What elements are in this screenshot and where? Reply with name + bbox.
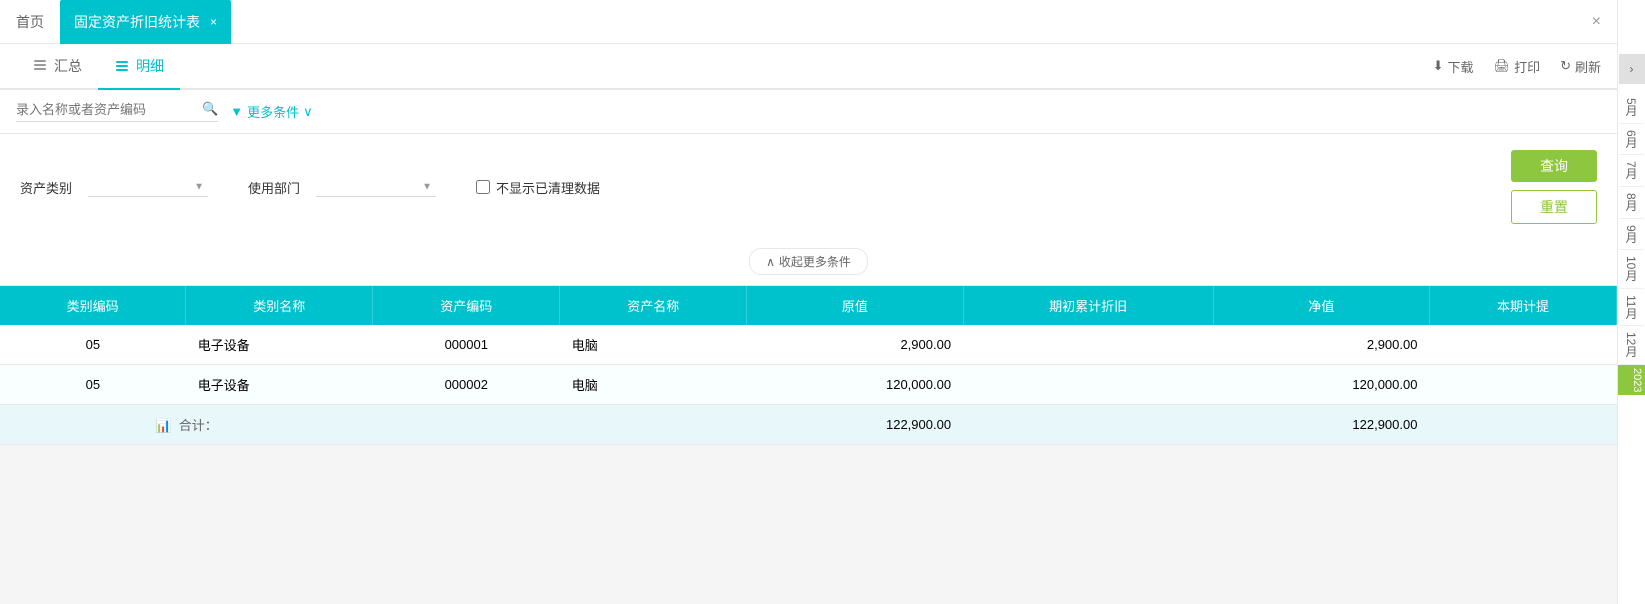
cell-current-provision	[1429, 365, 1616, 405]
year-badge[interactable]: 2023	[1618, 365, 1645, 395]
download-icon: ⬇	[1433, 58, 1444, 74]
exclude-cleared-checkbox[interactable]	[476, 180, 490, 194]
col-current-provision: 本期计提	[1429, 286, 1616, 325]
sidebar-month-item[interactable]: 10月	[1619, 250, 1644, 288]
asset-category-label: 资产类别	[20, 178, 80, 197]
sidebar-month-item[interactable]: 7月	[1619, 155, 1644, 187]
filter-actions: 查询 重置	[1511, 150, 1597, 224]
exclude-cleared-label: 不显示已清理数据	[496, 178, 600, 197]
col-cat-code: 类别编码	[0, 286, 186, 325]
tab-detail-label: 明细	[136, 56, 164, 76]
refresh-icon: ↻	[1560, 58, 1571, 74]
cell-asset-code: 000002	[373, 365, 560, 405]
search-toolbar: 🔍 ▼ 更多条件 ∨	[0, 90, 1617, 134]
sidebar-month-item[interactable]: 9月	[1619, 219, 1644, 251]
filter-panel: 资产类别 使用部门 不显示已清理数据	[0, 134, 1617, 286]
query-button[interactable]: 查询	[1511, 150, 1597, 182]
active-tab[interactable]: 固定资产折旧统计表 ×	[60, 0, 231, 44]
total-icon-cell: 📊 合计：	[0, 405, 373, 445]
col-asset-code: 资产编码	[373, 286, 560, 325]
collapse-label: 收起更多条件	[779, 253, 851, 270]
tab-summary[interactable]: 汇总	[16, 44, 98, 90]
total-accum-depreciation	[963, 405, 1213, 445]
tab-close-button[interactable]: ×	[210, 15, 217, 29]
total-asset-code	[373, 405, 560, 445]
sidebar-month-item[interactable]: 12月	[1619, 326, 1644, 364]
filter-icon: ▼	[230, 104, 243, 119]
cell-cat-name: 电子设备	[186, 365, 373, 405]
cell-accum-depreciation	[963, 325, 1213, 365]
search-icon[interactable]: 🔍	[202, 101, 218, 117]
asset-category-select-wrap	[88, 177, 208, 197]
table-header-row: 类别编码 类别名称 资产编码 资产名称 原值 期初累计折旧 净值 本期计提	[0, 286, 1617, 325]
exclude-cleared-checkbox-label[interactable]: 不显示已清理数据	[476, 178, 600, 197]
search-box: 🔍	[16, 101, 218, 122]
cell-asset-name: 电脑	[560, 325, 747, 365]
cell-original-value: 2,900.00	[747, 325, 963, 365]
right-sidebar: › 5月6月7月8月9月10月11月12月 2023	[1617, 0, 1645, 604]
sidebar-month-item[interactable]: 8月	[1619, 187, 1644, 219]
data-table: 类别编码 类别名称 资产编码 资产名称 原值 期初累计折旧 净值 本期计提 05…	[0, 286, 1617, 445]
layers-icon	[32, 58, 48, 74]
sidebar-arrow-button[interactable]: ›	[1619, 54, 1645, 84]
tab-label: 固定资产折旧统计表	[74, 12, 200, 32]
sidebar-month-item[interactable]: 6月	[1619, 124, 1644, 156]
total-asset-name	[560, 405, 747, 445]
cell-original-value: 120,000.00	[747, 365, 963, 405]
department-select[interactable]	[316, 177, 436, 197]
print-button[interactable]: 🖨 打印	[1494, 57, 1541, 76]
cell-accum-depreciation	[963, 365, 1213, 405]
reset-button[interactable]: 重置	[1511, 190, 1597, 224]
cell-asset-name: 电脑	[560, 365, 747, 405]
table-row: 05 电子设备 000001 电脑 2,900.00 2,900.00	[0, 325, 1617, 365]
department-select-wrap	[316, 177, 436, 197]
table-row: 05 电子设备 000002 电脑 120,000.00 120,000.00	[0, 365, 1617, 405]
month-list: 5月6月7月8月9月10月11月12月	[1619, 92, 1644, 365]
more-conditions-button[interactable]: ▼ 更多条件 ∨	[230, 102, 312, 121]
asset-category-select[interactable]	[88, 177, 208, 197]
home-nav[interactable]: 首页	[16, 12, 60, 32]
total-icon: 📊	[155, 418, 171, 433]
total-label: 合计：	[179, 418, 218, 433]
sub-tabs-bar: 汇总 明细 ⬇ 下载 🖨 打印 ↻ 刷新	[0, 44, 1617, 90]
sidebar-month-item[interactable]: 5月	[1619, 92, 1644, 124]
department-filter: 使用部门	[248, 177, 436, 197]
chevron-up-icon: ∧	[766, 255, 775, 269]
refresh-button[interactable]: ↻ 刷新	[1560, 57, 1601, 76]
col-accum-depreciation: 期初累计折旧	[963, 286, 1213, 325]
cell-asset-code: 000001	[373, 325, 560, 365]
data-table-wrap: 类别编码 类别名称 资产编码 资产名称 原值 期初累计折旧 净值 本期计提 05…	[0, 286, 1617, 445]
cell-cat-code: 05	[0, 325, 186, 365]
chevron-down-icon: ∨	[303, 104, 313, 120]
collapse-button[interactable]: ∧ 收起更多条件	[749, 248, 868, 275]
window-close-button[interactable]: ×	[1592, 13, 1601, 31]
department-label: 使用部门	[248, 178, 308, 197]
total-current-provision	[1429, 405, 1616, 445]
tab-summary-label: 汇总	[54, 56, 82, 76]
cell-cat-name: 电子设备	[186, 325, 373, 365]
table-total-row: 📊 合计： 122,900.00 122,900.00	[0, 405, 1617, 445]
download-button[interactable]: ⬇ 下载	[1433, 57, 1474, 76]
cell-current-provision	[1429, 325, 1616, 365]
cell-cat-code: 05	[0, 365, 186, 405]
col-original-value: 原值	[747, 286, 963, 325]
asset-category-filter: 资产类别	[20, 177, 208, 197]
sidebar-month-item[interactable]: 11月	[1619, 289, 1644, 326]
col-asset-name: 资产名称	[560, 286, 747, 325]
col-net-value: 净值	[1213, 286, 1429, 325]
search-input[interactable]	[16, 102, 196, 117]
total-original-value: 122,900.00	[747, 405, 963, 445]
col-cat-name: 类别名称	[186, 286, 373, 325]
collapse-bar: ∧ 收起更多条件	[20, 240, 1597, 285]
cell-net-value: 2,900.00	[1213, 325, 1429, 365]
list-icon	[114, 58, 130, 74]
tab-detail[interactable]: 明细	[98, 44, 180, 90]
total-net-value: 122,900.00	[1213, 405, 1429, 445]
print-icon: 🖨	[1494, 58, 1511, 74]
cell-net-value: 120,000.00	[1213, 365, 1429, 405]
